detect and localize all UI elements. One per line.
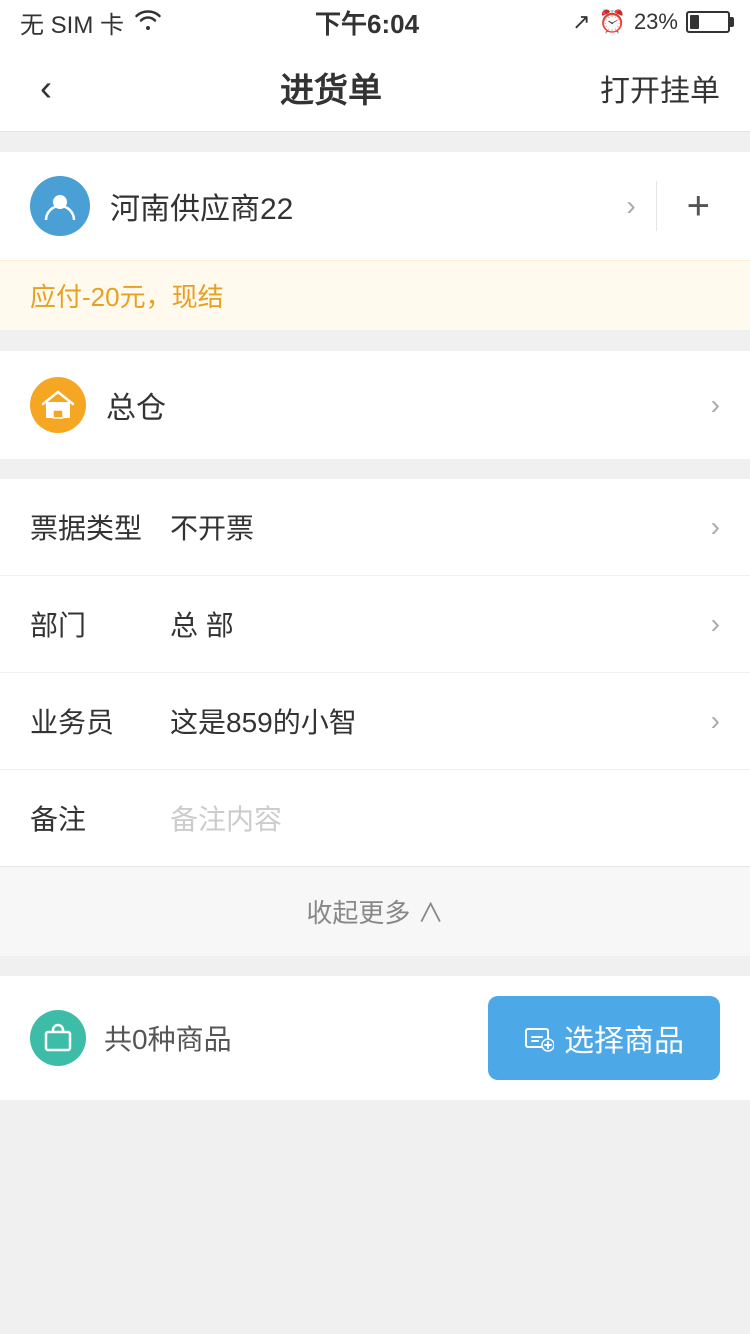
- product-count-area: 共0种商品: [30, 1010, 232, 1066]
- supplier-chevron-icon: ›: [626, 190, 635, 222]
- alarm-icon: ⏰: [599, 9, 626, 35]
- invoice-type-chevron-icon: ›: [711, 511, 720, 543]
- remark-input[interactable]: 备注内容: [170, 798, 720, 838]
- invoice-type-row[interactable]: 票据类型 不开票 ›: [0, 479, 750, 576]
- department-chevron-icon: ›: [711, 608, 720, 640]
- select-product-button[interactable]: 选择商品: [488, 996, 720, 1080]
- supplier-row[interactable]: 河南供应商22 › +: [0, 152, 750, 260]
- battery-percentage: 23%: [634, 9, 678, 35]
- department-label: 部门: [30, 604, 150, 644]
- supplier-section: 河南供应商22 › + 应付-20元，现结: [0, 152, 750, 330]
- department-row[interactable]: 部门 总 部 ›: [0, 576, 750, 673]
- supplier-name-text: 河南供应商22: [110, 184, 626, 228]
- invoice-type-label: 票据类型: [30, 507, 150, 547]
- wifi-icon: [134, 8, 162, 37]
- location-icon: ↗: [572, 9, 590, 35]
- carrier-text: 无 SIM 卡: [20, 5, 124, 40]
- add-button[interactable]: +: [677, 184, 720, 229]
- bottom-bar: 共0种商品 选择商品: [0, 976, 750, 1100]
- form-section: 票据类型 不开票 › 部门 总 部 › 业务员 这是859的小智 › 备注 备注…: [0, 479, 750, 866]
- time-display: 下午6:04: [315, 4, 419, 41]
- supplier-avatar: [30, 176, 90, 236]
- collapse-button[interactable]: 收起更多 ∧: [0, 866, 750, 956]
- warehouse-section: 总仓 ›: [0, 350, 750, 459]
- product-count-text: 共0种商品: [104, 1018, 232, 1058]
- cart-bag-icon: [30, 1010, 86, 1066]
- top-divider: [0, 132, 750, 152]
- notice-banner: 应付-20元，现结: [0, 260, 750, 330]
- back-button[interactable]: ‹: [30, 57, 62, 119]
- remark-row[interactable]: 备注 备注内容: [0, 770, 750, 866]
- salesperson-value: 这是859的小智: [170, 701, 711, 741]
- warehouse-chevron-icon: ›: [711, 389, 720, 421]
- department-value: 总 部: [170, 604, 711, 644]
- warehouse-icon: [30, 377, 86, 433]
- invoice-type-value: 不开票: [170, 507, 711, 547]
- section-divider-1: [0, 330, 750, 350]
- page-title: 进货单: [280, 63, 382, 112]
- remark-label: 备注: [30, 798, 150, 838]
- battery-icon: [686, 11, 730, 33]
- warehouse-row[interactable]: 总仓 ›: [0, 350, 750, 459]
- open-pending-button[interactable]: 打开挂单: [600, 66, 720, 110]
- warehouse-name-text: 总仓: [106, 383, 711, 427]
- supplier-divider: [656, 181, 657, 231]
- select-product-label: 选择商品: [564, 1016, 684, 1060]
- select-product-icon: [524, 1023, 554, 1053]
- salesperson-row[interactable]: 业务员 这是859的小智 ›: [0, 673, 750, 770]
- salesperson-chevron-icon: ›: [711, 705, 720, 737]
- status-bar: 无 SIM 卡 下午6:04 ↗ ⏰ 23%: [0, 0, 750, 44]
- nav-bar: ‹ 进货单 打开挂单: [0, 44, 750, 132]
- salesperson-label: 业务员: [30, 701, 150, 741]
